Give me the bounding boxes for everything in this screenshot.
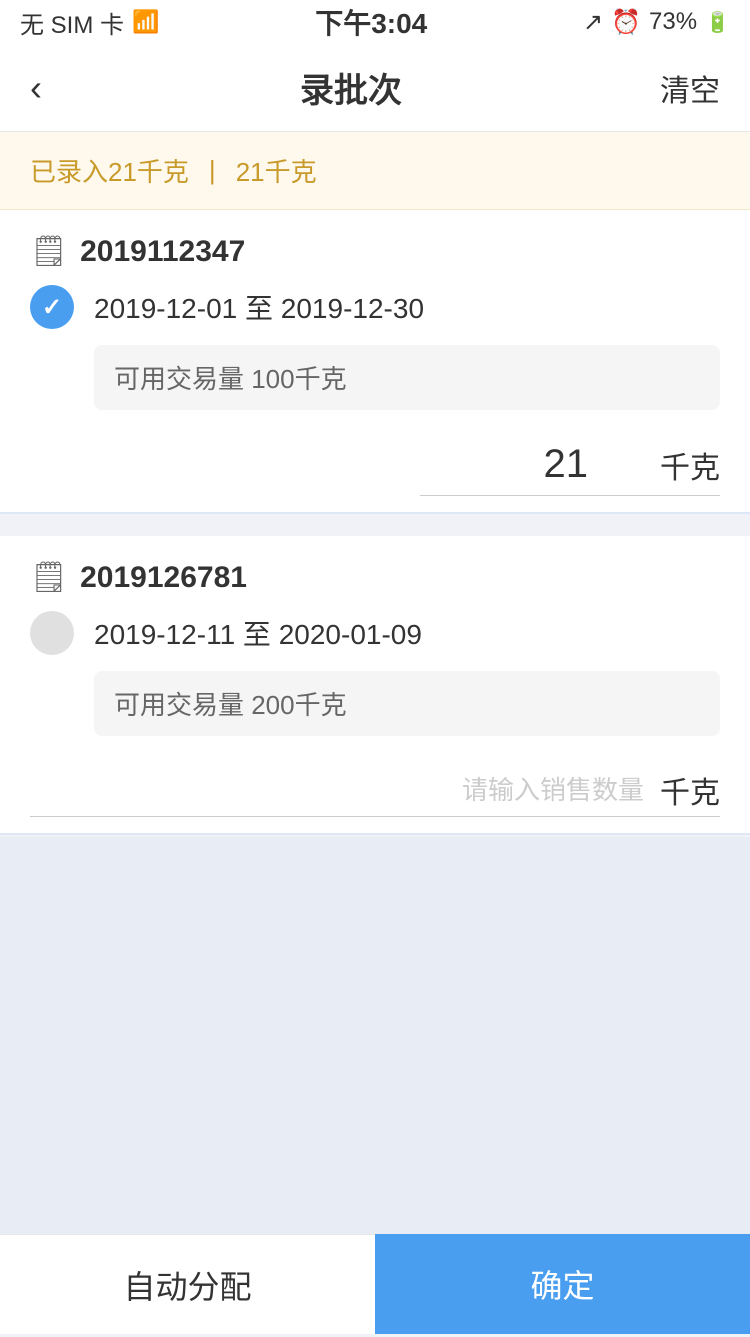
batch2-quantity-input[interactable]: [344, 775, 644, 806]
batch2-id: 2019126781: [80, 561, 247, 595]
clear-button[interactable]: 清空: [660, 66, 720, 110]
time-label: 下午3:04: [315, 2, 427, 42]
batch2-available: 可用交易量 200千克: [94, 671, 720, 736]
batch1-id: 2019112347: [80, 235, 245, 269]
batch1-radio[interactable]: ✓: [30, 285, 74, 329]
battery-label: 73%: [649, 8, 697, 36]
card-spacer: [0, 516, 750, 536]
batch1-header: 🗒 2019112347: [0, 210, 750, 277]
batch1-date-row: ✓ 2019-12-01 至 2019-12-30: [0, 277, 750, 337]
carrier-label: 无 SIM 卡: [20, 5, 124, 40]
battery-icon: 🔋: [705, 10, 730, 35]
batch2-radio[interactable]: ✓: [30, 611, 74, 655]
batch2-underline-container: [0, 816, 750, 835]
bottom-bar: 自动分配 确定: [0, 1234, 750, 1334]
alarm-icon: ⏰: [611, 8, 641, 37]
back-button[interactable]: ‹: [30, 67, 42, 109]
batch2-unit: 千克: [660, 768, 720, 812]
gray-spacer: [0, 837, 750, 1237]
batch1-amount-row: 21 千克: [0, 426, 750, 495]
batch1-card: 🗒 2019112347 ✓ 2019-12-01 至 2019-12-30 可…: [0, 210, 750, 514]
nav-bar: ‹ 录批次 清空: [0, 44, 750, 132]
batch1-date: 2019-12-01 至 2019-12-30: [94, 287, 424, 327]
status-left: 无 SIM 卡 📶: [20, 5, 159, 40]
content-area: 🗒 2019112347 ✓ 2019-12-01 至 2019-12-30 可…: [0, 210, 750, 1337]
location-icon: ↗: [583, 8, 603, 37]
batch1-line-container: [0, 495, 750, 514]
batch1-unit: 千克: [660, 443, 720, 487]
batch1-available: 可用交易量 100千克: [94, 345, 720, 410]
summary-label: 已录入21千克: [30, 152, 189, 189]
summary-value: 21千克: [236, 152, 317, 189]
status-bar: 无 SIM 卡 📶 下午3:04 ↗ ⏰ 73% 🔋: [0, 0, 750, 44]
batch1-icon: 🗒: [30, 234, 68, 269]
batch1-amount: 21: [544, 442, 589, 487]
summary-bar: 已录入21千克 | 21千克: [0, 132, 750, 210]
check-icon: ✓: [42, 293, 62, 322]
batch2-date: 2019-12-11 至 2020-01-09: [94, 613, 422, 653]
batch2-date-row: ✓ 2019-12-11 至 2020-01-09: [0, 603, 750, 663]
page-title: 录批次: [300, 63, 402, 112]
batch1-input-line: [420, 495, 720, 496]
wifi-icon: 📶: [132, 9, 159, 35]
batch2-icon: 🗒: [30, 560, 68, 595]
summary-divider: |: [209, 155, 216, 186]
status-right: ↗ ⏰ 73% 🔋: [583, 8, 730, 37]
batch2-input-line: [30, 816, 720, 817]
batch2-input-row: 千克: [0, 752, 750, 816]
confirm-button[interactable]: 确定: [375, 1234, 750, 1334]
batch2-header: 🗒 2019126781: [0, 536, 750, 603]
auto-distribute-button[interactable]: 自动分配: [0, 1234, 375, 1334]
batch2-card: 🗒 2019126781 ✓ 2019-12-11 至 2020-01-09 可…: [0, 536, 750, 835]
